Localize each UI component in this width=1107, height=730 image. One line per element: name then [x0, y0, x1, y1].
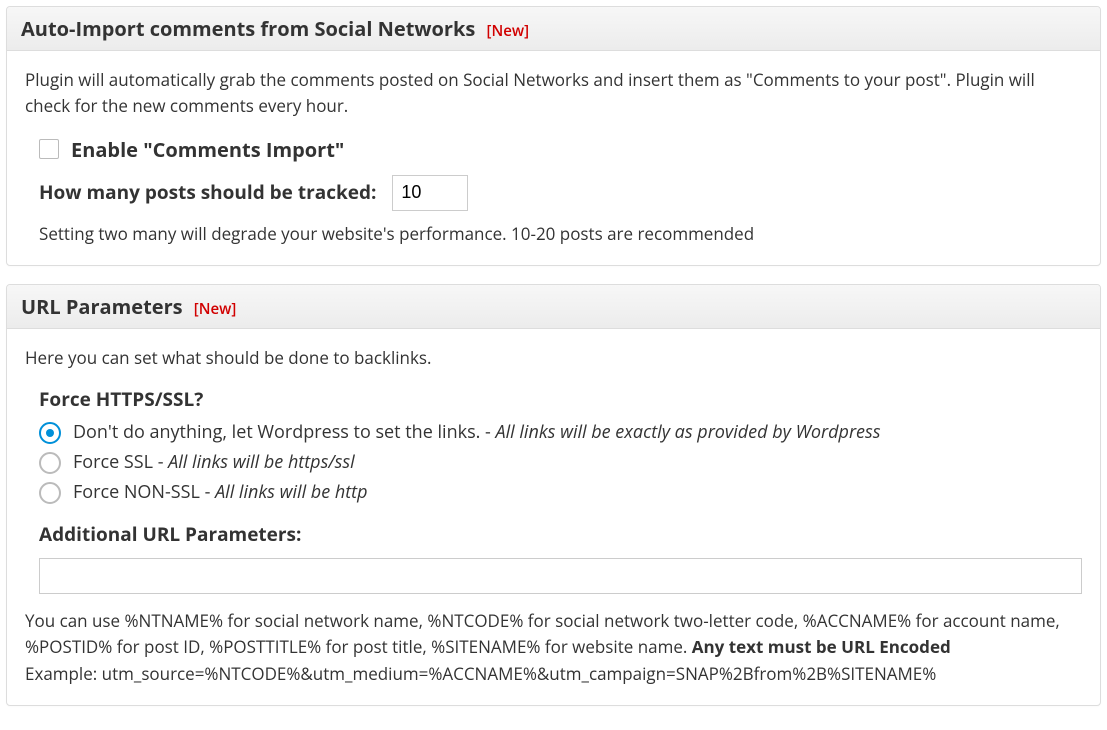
help-text-example: Example: utm_source=%NTCODE%&utm_medium=… — [25, 661, 1082, 687]
url-parameters-panel: URL Parameters [New] Here you can set wh… — [6, 284, 1101, 706]
option-text: Force NON-SSL - — [73, 480, 215, 504]
option-note: All links will be https/ssl — [168, 450, 355, 474]
auto-import-panel: Auto-Import comments from Social Network… — [6, 6, 1101, 266]
ssl-option-none[interactable]: Don't do anything, let Wordpress to set … — [39, 419, 1082, 447]
ssl-option-force-non-ssl[interactable]: Force NON-SSL - All links will be http — [39, 479, 1082, 507]
option-text: Don't do anything, let Wordpress to set … — [73, 420, 496, 444]
ssl-option-force-ssl[interactable]: Force SSL - All links will be https/ssl — [39, 449, 1082, 477]
panel-body: Here you can set what should be done to … — [7, 329, 1100, 705]
new-badge: [New] — [487, 21, 530, 41]
radio-icon — [39, 452, 61, 474]
posts-tracked-input[interactable] — [392, 175, 468, 211]
enable-comments-import-checkbox[interactable] — [39, 139, 59, 159]
radio-icon — [39, 482, 61, 504]
section-title: Auto-Import comments from Social Network… — [21, 15, 475, 42]
panel-header-url-params: URL Parameters [New] — [7, 285, 1100, 329]
option-text: Force SSL - — [73, 450, 168, 474]
track-hint: Setting two many will degrade your websi… — [25, 221, 1082, 247]
help-text-tokens: You can use %NTNAME% for social network … — [25, 608, 1082, 661]
section-description: Plugin will automatically grab the comme… — [25, 67, 1082, 120]
additional-url-params-label: Additional URL Parameters: — [39, 520, 1082, 549]
panel-body: Plugin will automatically grab the comme… — [7, 51, 1100, 265]
enable-label: Enable "Comments Import" — [71, 134, 344, 165]
additional-url-params-input[interactable] — [39, 558, 1082, 594]
option-note: All links will be http — [215, 480, 367, 504]
force-ssl-label: Force HTTPS/SSL? — [39, 385, 1082, 414]
panel-header-auto-import: Auto-Import comments from Social Network… — [7, 7, 1100, 51]
section-title: URL Parameters — [21, 293, 183, 320]
section-description: Here you can set what should be done to … — [25, 345, 1082, 371]
enable-row: Enable "Comments Import" — [25, 134, 1082, 165]
radio-icon — [39, 422, 61, 444]
new-badge: [New] — [194, 299, 237, 319]
track-label: How many posts should be tracked: — [39, 178, 376, 207]
option-note: All links will be exactly as provided by… — [496, 420, 881, 444]
track-row: How many posts should be tracked: — [25, 175, 1082, 211]
help-strong: Any text must be URL Encoded — [692, 635, 951, 658]
